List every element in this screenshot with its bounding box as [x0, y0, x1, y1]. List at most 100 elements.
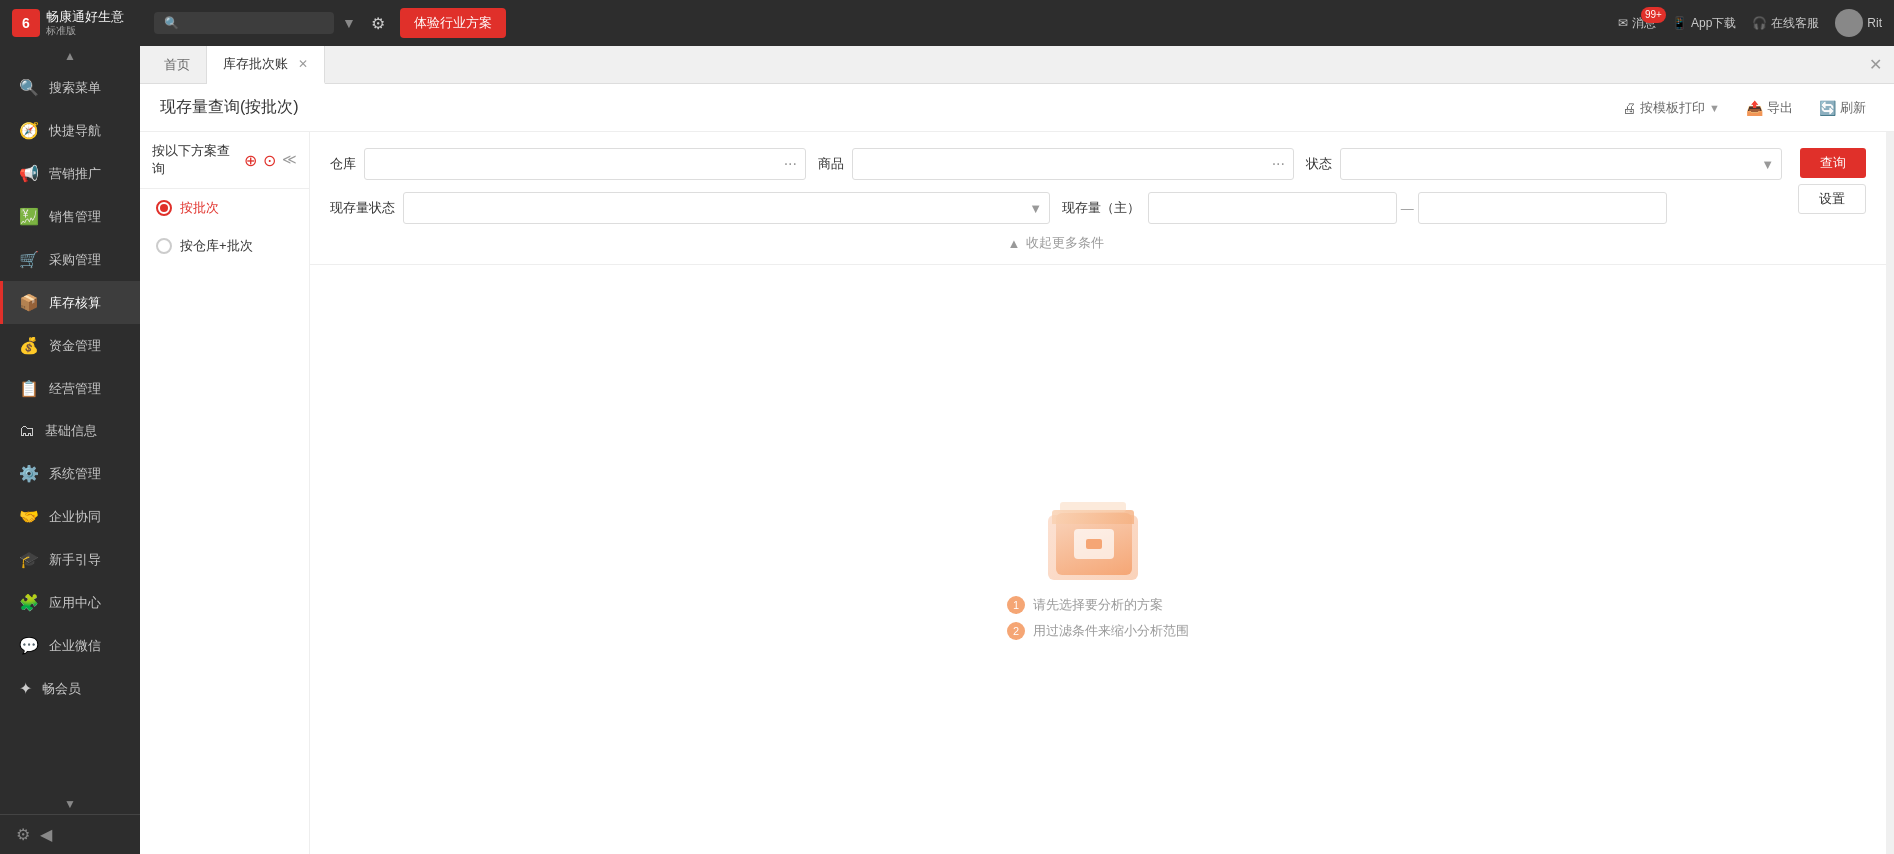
topbar: 6 畅康通好生意 标准版 🔍 ▼ ⚙ 体验行业方案 ✉ 消息 99+ 📱 App… [0, 0, 1894, 46]
sidebar-item-label: 畅会员 [42, 680, 81, 698]
dropdown-icon[interactable]: ▼ [342, 15, 356, 31]
tab-close-icon[interactable]: ✕ [298, 57, 308, 71]
inventory-status-select[interactable] [403, 192, 1050, 224]
user-menu-button[interactable]: Rit [1835, 9, 1882, 37]
trial-button[interactable]: 体验行业方案 [400, 8, 506, 38]
warehouse-input[interactable] [365, 157, 776, 172]
filter-row-1: 仓库 ··· 商品 [330, 148, 1782, 180]
appcenter-icon: 🧩 [19, 593, 39, 612]
enterprise-icon: 🤝 [19, 507, 39, 526]
add-scheme-icon[interactable]: ⊕ [244, 151, 257, 170]
goods-field: 商品 ··· [818, 148, 1294, 180]
sidebar-scroll-up[interactable]: ▲ [0, 46, 140, 66]
settings-icon[interactable]: ⚙ [16, 825, 30, 844]
scheme-dot-warehouse-batch [156, 238, 172, 254]
system-icon: ⚙️ [19, 464, 39, 483]
messages-badge: 99+ [1641, 7, 1666, 23]
gear-button[interactable]: ⚙ [364, 9, 392, 37]
sidebar-item-appcenter[interactable]: 🧩 应用中心 [0, 581, 140, 624]
sidebar-item-basic[interactable]: 🗂 基础信息 [0, 410, 140, 452]
sidebar-item-operation[interactable]: 📋 经营管理 [0, 367, 140, 410]
filter-panel-header: 按以下方案查询 ⊕ ⊙ ≪ [140, 132, 309, 189]
settings-button[interactable]: 设置 [1798, 184, 1866, 214]
collapse-icon[interactable]: ◀ [40, 825, 52, 844]
newbie-icon: 🎓 [19, 550, 39, 569]
sidebar-items: 🔍 搜索菜单 🧭 快捷导航 📢 营销推广 💹 销售管理 🛒 采购管理 📦 [0, 66, 140, 794]
app-download-button[interactable]: 📱 App下载 [1672, 15, 1736, 32]
online-service-button[interactable]: 🎧 在线客服 [1752, 15, 1819, 32]
collapse-conditions-label: 收起更多条件 [1026, 234, 1104, 252]
inventory-qty-from[interactable] [1148, 192, 1397, 224]
tab-panel-close-button[interactable]: ✕ [1869, 55, 1894, 74]
search-area[interactable]: 🔍 [154, 12, 334, 34]
messages-button[interactable]: ✉ 消息 99+ [1618, 15, 1656, 32]
chevron-up-icon: ▲ [1008, 236, 1021, 251]
sidebar-item-finance[interactable]: 💰 资金管理 [0, 324, 140, 367]
print-icon: 🖨 [1622, 100, 1636, 116]
print-button[interactable]: 🖨 按模板打印 ▼ [1614, 95, 1728, 121]
refresh-icon: 🔄 [1819, 100, 1836, 116]
goods-dots-icon[interactable]: ··· [1264, 155, 1293, 173]
tab-home[interactable]: 首页 [148, 46, 207, 84]
sidebar-item-label: 系统管理 [49, 465, 101, 483]
scheme-label-batch: 按批次 [180, 199, 219, 217]
scheme-dot-batch [156, 200, 172, 216]
status-select[interactable] [1340, 148, 1782, 180]
inventory-status-select-wrap: ▼ [403, 192, 1050, 224]
app-logo: 6 畅康通好生意 标准版 [12, 9, 142, 37]
sidebar-item-inventory[interactable]: 📦 库存核算 [0, 281, 140, 324]
goods-input[interactable] [853, 157, 1264, 172]
tab-inventory-batch[interactable]: 库存批次账 ✕ [207, 46, 325, 84]
finance-icon: 💰 [19, 336, 39, 355]
warehouse-dots-icon[interactable]: ··· [776, 155, 805, 173]
tip-text-1: 请先选择要分析的方案 [1033, 596, 1163, 614]
inventory-qty-field: 现存量（主） — [1062, 192, 1782, 224]
sidebar-item-label: 搜索菜单 [49, 79, 101, 97]
sidebar-item-wechat[interactable]: 💬 企业微信 [0, 624, 140, 667]
sidebar-item-label: 应用中心 [49, 594, 101, 612]
online-service-label: 在线客服 [1771, 15, 1819, 32]
sidebar-item-system[interactable]: ⚙️ 系统管理 [0, 452, 140, 495]
refresh-button[interactable]: 🔄 刷新 [1811, 95, 1874, 121]
logo-icon: 6 [12, 9, 40, 37]
export-button[interactable]: 📤 导出 [1738, 95, 1801, 121]
range-separator: — [1397, 201, 1418, 216]
page-header-actions: 🖨 按模板打印 ▼ 📤 导出 🔄 刷新 [1614, 95, 1874, 121]
sidebar-item-sales[interactable]: 💹 销售管理 [0, 195, 140, 238]
search-icon: 🔍 [19, 78, 39, 97]
inventory-qty-to[interactable] [1418, 192, 1667, 224]
sidebar-item-label: 营销推广 [49, 165, 101, 183]
gear-scheme-icon[interactable]: ⊙ [263, 151, 276, 170]
print-dropdown-icon[interactable]: ▼ [1709, 102, 1720, 114]
sidebar-item-marketing[interactable]: 📢 营销推广 [0, 152, 140, 195]
sidebar-scroll-down[interactable]: ▼ [0, 794, 140, 814]
wechat-icon: 💬 [19, 636, 39, 655]
scheme-item-warehouse-batch[interactable]: 按仓库+批次 [140, 227, 309, 265]
box-face [1074, 529, 1114, 559]
filter-panel-icons: ⊕ ⊙ ≪ [244, 151, 297, 170]
sidebar-item-shortcut[interactable]: 🧭 快捷导航 [0, 109, 140, 152]
content-area: 首页 库存批次账 ✕ ✕ 现存量查询(按批次) 🖨 按模板打印 ▼ 📤 导出 [140, 46, 1894, 854]
sidebar-bottom: ⚙ ◀ [0, 814, 140, 854]
app-download-label: App下载 [1691, 15, 1736, 32]
operation-icon: 📋 [19, 379, 39, 398]
sidebar-item-purchase[interactable]: 🛒 采购管理 [0, 238, 140, 281]
sidebar-item-label: 快捷导航 [49, 122, 101, 140]
box-lid [1052, 510, 1134, 524]
export-icon: 📤 [1746, 100, 1763, 116]
sidebar-item-label: 采购管理 [49, 251, 101, 269]
sidebar-item-search[interactable]: 🔍 搜索菜单 [0, 66, 140, 109]
query-button[interactable]: 查询 [1800, 148, 1866, 178]
scheme-item-batch[interactable]: 按批次 [140, 189, 309, 227]
collapse-panel-icon[interactable]: ≪ [282, 151, 297, 170]
collapse-conditions-row[interactable]: ▲ 收起更多条件 [330, 228, 1782, 256]
sidebar-item-enterprise[interactable]: 🤝 企业协同 [0, 495, 140, 538]
goods-label: 商品 [818, 155, 844, 173]
user-name: Rit [1867, 16, 1882, 30]
avatar [1835, 9, 1863, 37]
right-scrollbar[interactable] [1886, 132, 1894, 854]
tip-num-2: 2 [1007, 622, 1025, 640]
topbar-center: 🔍 ▼ ⚙ 体验行业方案 [142, 8, 1618, 38]
sidebar-item-newbie[interactable]: 🎓 新手引导 [0, 538, 140, 581]
sidebar-item-vip[interactable]: ✦ 畅会员 [0, 667, 140, 710]
